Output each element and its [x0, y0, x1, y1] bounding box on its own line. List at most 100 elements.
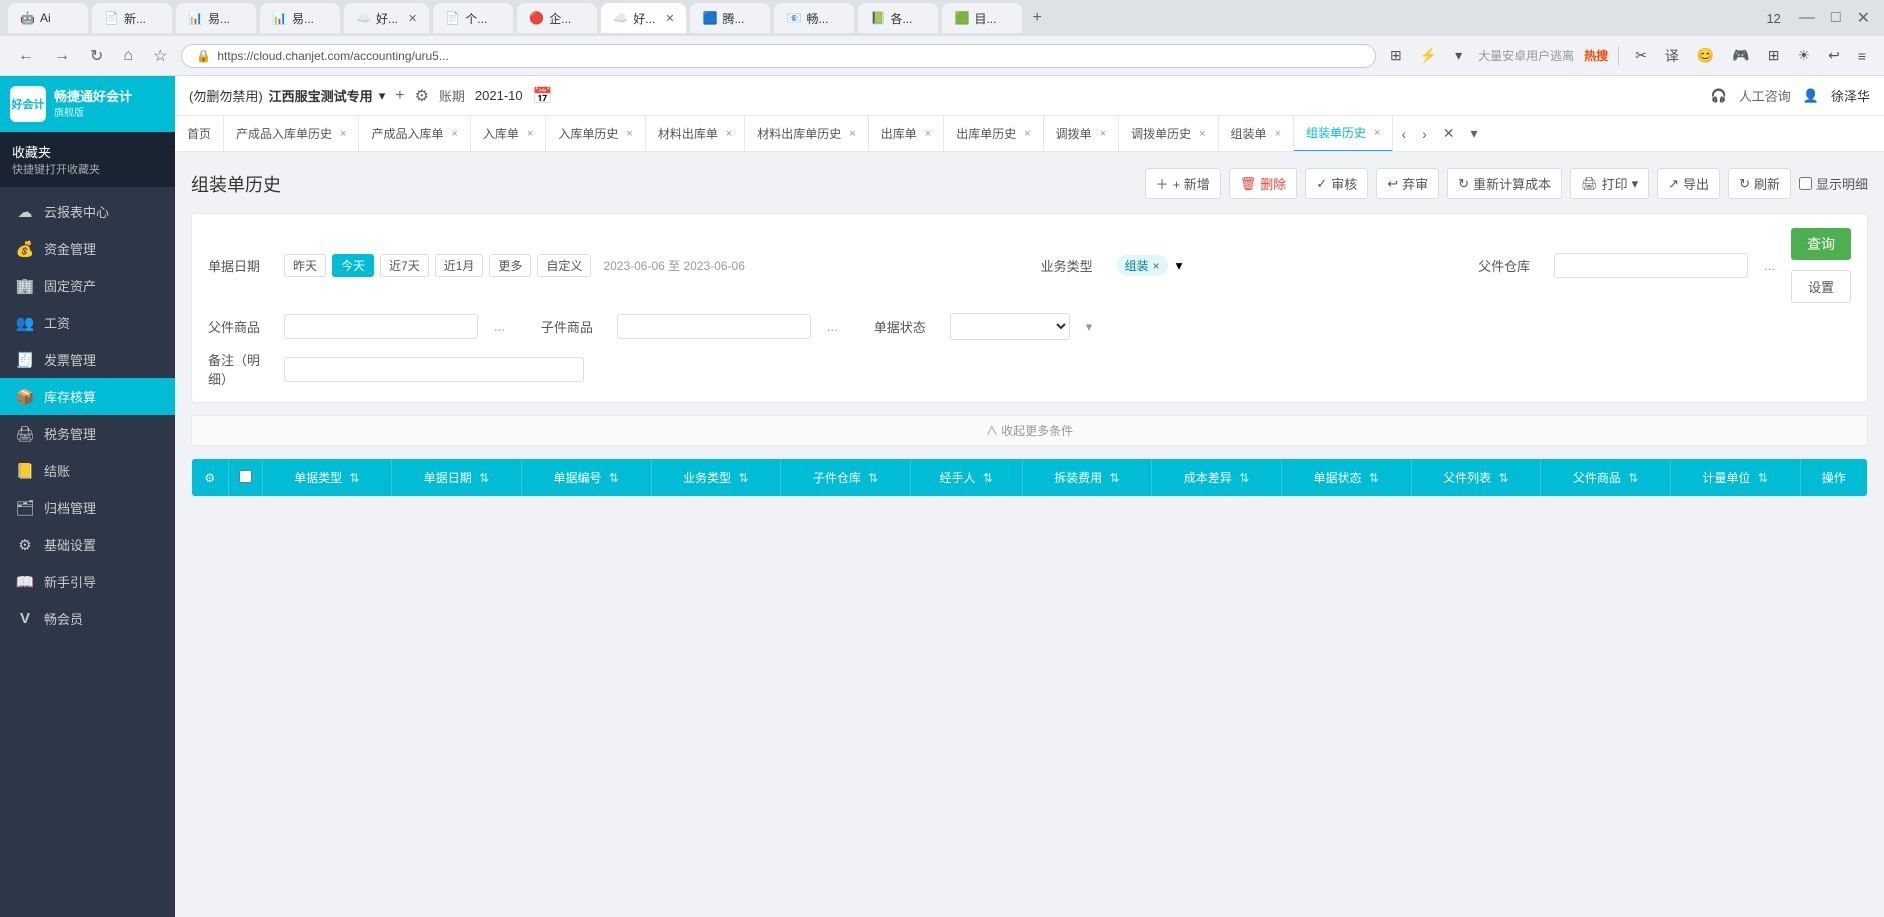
page-tab-out-history[interactable]: 出库单历史 × [944, 116, 1043, 152]
child-product-dots[interactable]: ... [827, 319, 838, 334]
refresh-button[interactable]: ↻ 刷新 [1728, 168, 1791, 199]
page-tab-out[interactable]: 出库单 × [869, 116, 944, 152]
bill-status-dropdown-icon[interactable]: ▾ [1086, 319, 1093, 335]
query-button[interactable]: 查询 [1791, 228, 1851, 260]
page-tab-product-in-history[interactable]: 产成品入库单历史 × [224, 116, 359, 152]
home-button[interactable]: ⌂ [117, 43, 139, 69]
tab-yi1[interactable]: 📊 易... [176, 3, 256, 33]
close-button[interactable]: ✕ [1851, 4, 1876, 32]
th-checkbox[interactable] [228, 459, 262, 496]
page-tab-transfer[interactable]: 调拨单 × [1044, 116, 1119, 152]
page-tab-transfer-history[interactable]: 调拨单历史 × [1119, 116, 1218, 152]
cut-button[interactable]: ✂ [1629, 43, 1653, 68]
th-cost-diff[interactable]: 成本差异 ⇅ [1152, 459, 1282, 496]
scrollbar-area[interactable] [175, 905, 1884, 917]
forward-button[interactable]: → [48, 43, 76, 69]
show-detail-toggle[interactable]: 显示明细 [1799, 174, 1868, 193]
close-tab-icon[interactable]: × [527, 128, 533, 140]
bookmark-button[interactable]: ☆ [147, 42, 173, 70]
sidebar-header[interactable]: 好会计 畅捷通好会计 旗舰版 [0, 76, 175, 132]
game-button[interactable]: 🎮 [1726, 43, 1755, 68]
export-button[interactable]: ↗ 导出 [1657, 168, 1720, 199]
add-button[interactable]: ＋ + 新增 [1145, 168, 1221, 199]
th-settings[interactable]: ⚙ [192, 459, 228, 496]
parent-warehouse-input[interactable] [1554, 253, 1748, 278]
bill-status-select[interactable] [950, 313, 1070, 340]
add-company-button[interactable]: + [395, 87, 404, 105]
business-dropdown-icon[interactable]: ▾ [1176, 258, 1183, 274]
back-button[interactable]: ← [12, 43, 40, 69]
emoji-button[interactable]: 😊 [1691, 43, 1720, 68]
th-bill-type[interactable]: 单据类型 ⇅ [262, 459, 392, 496]
th-parent-product[interactable]: 父件商品 ⇅ [1541, 459, 1671, 496]
child-product-input[interactable] [617, 314, 811, 339]
parent-product-input[interactable] [284, 314, 478, 339]
delete-button[interactable]: 🗑 删除 [1229, 168, 1298, 199]
close-icon[interactable]: ✕ [408, 12, 417, 25]
settings-button[interactable]: ⚙ [415, 86, 429, 106]
th-handler[interactable]: 经手人 ⇅ [910, 459, 1022, 496]
close-tab-icon[interactable]: × [849, 128, 855, 140]
page-tab-home[interactable]: 首页 [175, 116, 224, 152]
extensions-button[interactable]: ⊞ [1384, 43, 1408, 68]
parent-warehouse-dots[interactable]: ... [1764, 258, 1775, 273]
sidebar-bookmark[interactable]: 收藏夹 快捷键打开收藏夹 [0, 132, 175, 187]
th-disassembly-fee[interactable]: 拆装费用 ⇅ [1022, 459, 1152, 496]
close-tab-icon[interactable]: × [1374, 127, 1380, 139]
maximize-button[interactable]: □ [1825, 5, 1847, 31]
close-tab-icon[interactable]: × [451, 128, 457, 140]
close-tab-icon[interactable]: × [1024, 128, 1030, 140]
th-bill-status[interactable]: 单据状态 ⇅ [1281, 459, 1411, 496]
close-icon-hao2[interactable]: ✕ [665, 12, 674, 25]
sidebar-item-settings[interactable]: ⚙ 基础设置 [0, 526, 175, 563]
sidebar-item-fixed-assets[interactable]: 🏢 固定资产 [0, 267, 175, 304]
tab-ge2[interactable]: 📗 各... [858, 3, 938, 33]
tab-ge[interactable]: 📄 个... [433, 3, 513, 33]
sidebar-item-cloud-reports[interactable]: ☁ 云报表中心 [0, 193, 175, 230]
sidebar-item-invoice[interactable]: 🧾 发票管理 [0, 341, 175, 378]
user-name[interactable]: 徐泽华 [1831, 86, 1870, 105]
sidebar-item-member[interactable]: V 畅会员 [0, 600, 175, 637]
tab-mu[interactable]: 🟩 目... [942, 3, 1022, 33]
business-tag-close[interactable]: × [1153, 259, 1160, 273]
tab-menu-button[interactable]: ▾ [1463, 116, 1486, 152]
tab-chang[interactable]: 📧 畅... [774, 3, 854, 33]
th-child-warehouse[interactable]: 子件仓库 ⇅ [781, 459, 911, 496]
remark-input[interactable] [284, 357, 584, 382]
close-tab-icon[interactable]: × [1100, 128, 1106, 140]
tab-yi2[interactable]: 📊 易... [260, 3, 340, 33]
more-date-btn[interactable]: 更多 [489, 254, 531, 277]
sidebar-item-salary[interactable]: 👥 工资 [0, 304, 175, 341]
undo-button[interactable]: ↩ [1822, 43, 1846, 68]
close-tab-icon[interactable]: × [726, 128, 732, 140]
th-bill-no[interactable]: 单据编号 ⇅ [521, 459, 651, 496]
parent-product-dots[interactable]: ... [494, 319, 505, 334]
page-tab-material-out-history[interactable]: 材料出库单历史 × [745, 116, 868, 152]
recalculate-button[interactable]: ↻ 重新计算成本 [1447, 168, 1562, 199]
tab-new[interactable]: 📄 新... [92, 3, 172, 33]
today-btn[interactable]: 今天 [332, 254, 374, 277]
abandon-button[interactable]: ↩ 弃审 [1376, 168, 1439, 199]
dropdown-button[interactable]: ▾ [1449, 43, 1468, 68]
print-button[interactable]: 🖨 打印 ▾ [1570, 168, 1649, 199]
translate-button[interactable]: 译 [1659, 42, 1685, 70]
sidebar-item-inventory[interactable]: 📦 库存核算 [0, 378, 175, 415]
tab-hao1[interactable]: ☁️ 好... ✕ [344, 3, 429, 33]
new-tab-button[interactable]: + [1026, 9, 1047, 27]
tab-teng[interactable]: 🟦 腾... [690, 3, 770, 33]
sun-button[interactable]: ☀ [1792, 43, 1817, 68]
close-tab-icon[interactable]: × [626, 128, 632, 140]
sidebar-item-guide[interactable]: 📖 新手引导 [0, 563, 175, 600]
page-tab-product-in[interactable]: 产成品入库单 × [359, 116, 470, 152]
tab-scroll-right-button[interactable]: › [1414, 116, 1435, 152]
minimize-button[interactable]: — [1793, 5, 1821, 31]
th-biz-type[interactable]: 业务类型 ⇅ [651, 459, 781, 496]
page-tab-material-out[interactable]: 材料出库单 × [646, 116, 745, 152]
th-parent-list[interactable]: 父件列表 ⇅ [1411, 459, 1541, 496]
close-tab-icon[interactable]: × [1275, 128, 1281, 140]
page-tab-assembly-history[interactable]: 组装单历史 × [1294, 116, 1393, 152]
show-detail-checkbox[interactable] [1799, 177, 1812, 190]
th-unit[interactable]: 计量单位 ⇅ [1670, 459, 1800, 496]
tab-close-button[interactable]: ✕ [1435, 116, 1463, 152]
close-tab-icon[interactable]: × [1199, 128, 1205, 140]
